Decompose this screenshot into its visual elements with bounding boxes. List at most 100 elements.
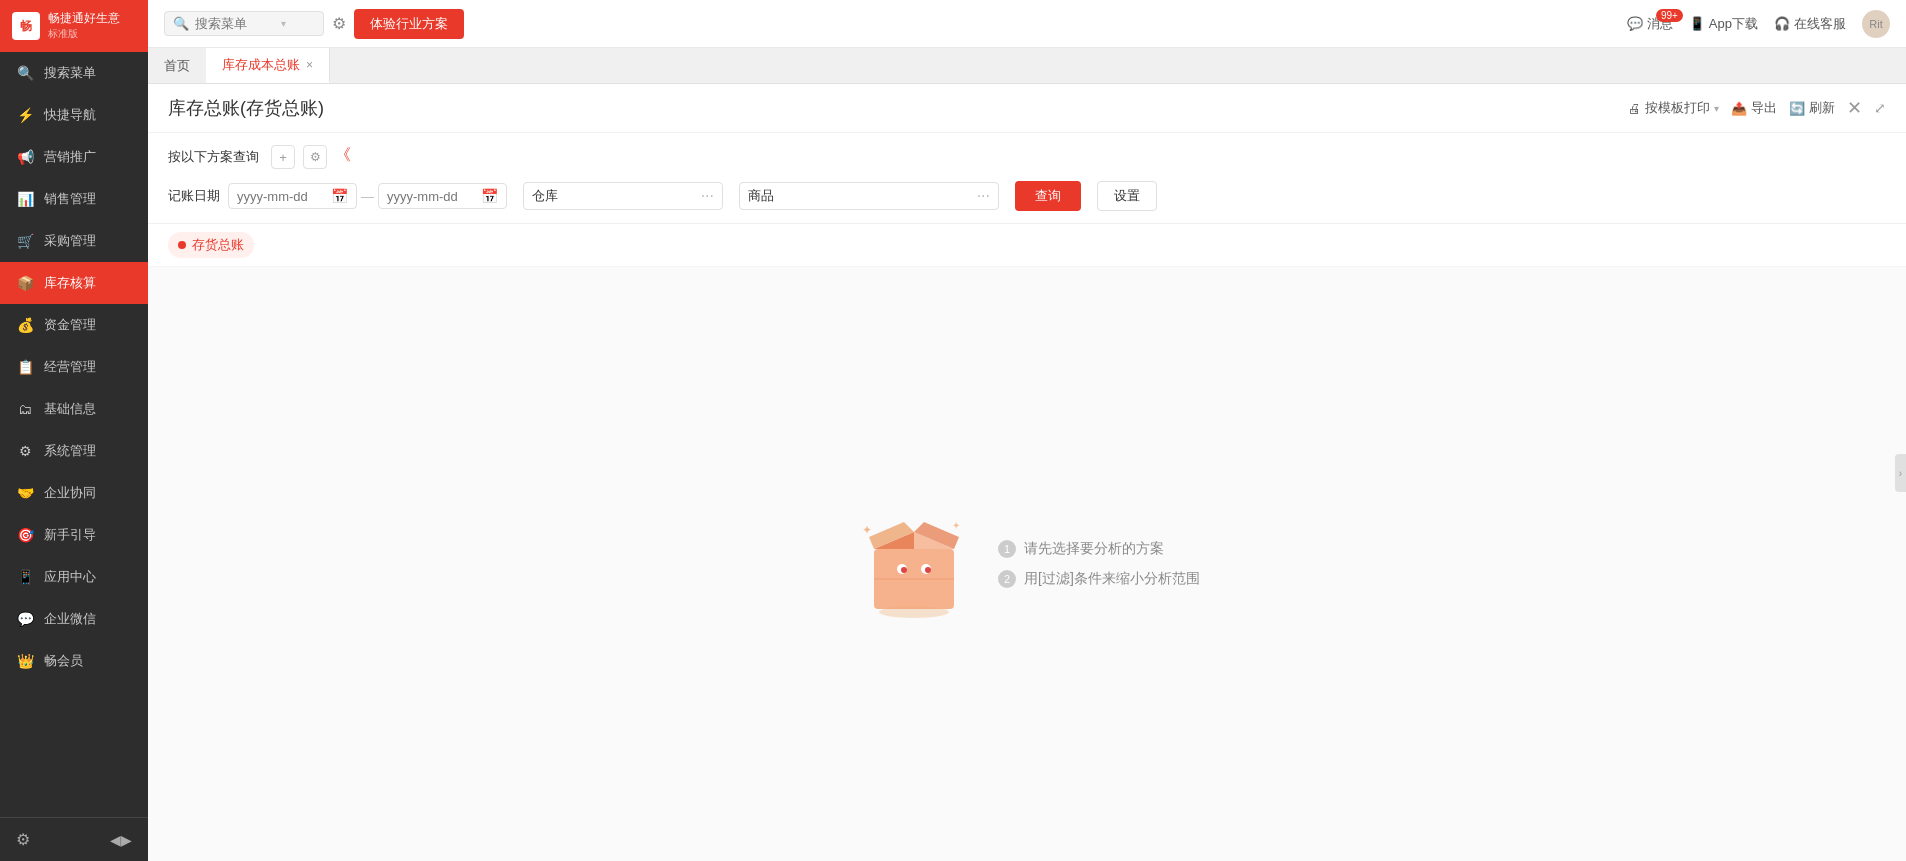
- settings-footer-icon[interactable]: ⚙: [16, 830, 30, 849]
- system-icon: ⚙: [16, 442, 34, 460]
- add-filter-btn[interactable]: +: [271, 145, 295, 169]
- tabs-bar: 首页 库存成本总账 ×: [148, 48, 1906, 84]
- settings-filter-btn[interactable]: ⚙: [303, 145, 327, 169]
- message-btn[interactable]: 💬 消息 99+: [1627, 15, 1673, 33]
- expand-panel-btn[interactable]: ⤢: [1874, 100, 1886, 116]
- tab-home[interactable]: 首页: [148, 48, 206, 83]
- calendar-from-icon[interactable]: 📅: [331, 188, 348, 204]
- gear-icon-topbar[interactable]: ⚙: [332, 14, 346, 33]
- calendar-to-icon[interactable]: 📅: [481, 188, 498, 204]
- content-area: 库存总账(存货总账) 🖨 按模板打印 ▾ 📤 导出 🔄 刷新 ✕ ⤢: [148, 84, 1906, 861]
- sidebar-item-label: 基础信息: [44, 400, 96, 418]
- filter-label: 按以下方案查询: [168, 148, 259, 166]
- sidebar-item-purchase[interactable]: 🛒 采购管理: [0, 220, 148, 262]
- app-download-btn[interactable]: 📱 App下载: [1689, 15, 1758, 33]
- sidebar-item-label: 新手引导: [44, 526, 96, 544]
- date-field: 记账日期 📅 — 📅: [168, 183, 507, 209]
- tip-text-1: 请先选择要分析的方案: [1024, 540, 1164, 558]
- close-panel-btn[interactable]: ✕: [1847, 97, 1862, 119]
- sidebar-item-sales[interactable]: 📊 销售管理: [0, 178, 148, 220]
- resize-handle[interactable]: ›: [1895, 454, 1906, 492]
- sidebar-item-label: 经营管理: [44, 358, 96, 376]
- print-btn[interactable]: 🖨 按模板打印 ▾: [1628, 99, 1719, 117]
- collapse-filter-btn[interactable]: 《: [335, 145, 351, 169]
- sidebar-item-label: 库存核算: [44, 274, 96, 292]
- scheme-dot-icon: [178, 241, 186, 249]
- sidebar-item-marketing[interactable]: 📢 营销推广: [0, 136, 148, 178]
- sidebar-item-label: 应用中心: [44, 568, 96, 586]
- filter-top: 按以下方案查询 + ⚙ 《: [168, 145, 1886, 169]
- query-btn[interactable]: 查询: [1015, 181, 1081, 211]
- export-icon: 📤: [1731, 101, 1747, 116]
- online-service-label: 在线客服: [1794, 15, 1846, 33]
- user-avatar[interactable]: Rit: [1862, 10, 1890, 38]
- svg-text:✦: ✦: [862, 523, 872, 537]
- quick-nav-icon: ⚡: [16, 106, 34, 124]
- search-field[interactable]: 🔍 ▾: [164, 11, 324, 36]
- svg-point-8: [901, 567, 907, 573]
- sidebar-item-new-guide[interactable]: 🎯 新手引导: [0, 514, 148, 556]
- empty-state: ✦ ✦ ✦ 1 请先选择要分析的方案 2 用[过滤]条件来缩小分析范围: [148, 267, 1906, 861]
- warehouse-more-icon[interactable]: ···: [701, 187, 714, 205]
- export-btn[interactable]: 📤 导出: [1731, 99, 1777, 117]
- date-to-field[interactable]: [387, 189, 477, 204]
- online-service-btn[interactable]: 🎧 在线客服: [1774, 15, 1846, 33]
- app-center-icon: 📱: [16, 568, 34, 586]
- scheme-selector: 存货总账: [148, 224, 1906, 267]
- date-to-input[interactable]: 📅: [378, 183, 507, 209]
- industry-btn[interactable]: 体验行业方案: [354, 9, 464, 39]
- sidebar-item-label: 销售管理: [44, 190, 96, 208]
- warehouse-field[interactable]: 仓库 ···: [523, 182, 723, 210]
- sidebar-item-member[interactable]: 👑 畅会员: [0, 640, 148, 682]
- chevron-right-icon: ›: [1899, 468, 1902, 479]
- tab-inventory-ledger[interactable]: 库存成本总账 ×: [206, 48, 330, 83]
- basic-info-icon: 🗂: [16, 400, 34, 418]
- operations-icon: 📋: [16, 358, 34, 376]
- page-header: 库存总账(存货总账) 🖨 按模板打印 ▾ 📤 导出 🔄 刷新 ✕ ⤢: [148, 84, 1906, 133]
- sidebar-item-label: 资金管理: [44, 316, 96, 334]
- sidebar-item-basic-info[interactable]: 🗂 基础信息: [0, 388, 148, 430]
- refresh-btn[interactable]: 🔄 刷新: [1789, 99, 1835, 117]
- sidebar-item-label: 企业微信: [44, 610, 96, 628]
- dropdown-icon[interactable]: ▾: [1714, 103, 1719, 114]
- message-badge: 99+: [1656, 9, 1683, 22]
- product-more-icon[interactable]: ···: [977, 187, 990, 205]
- sidebar-item-system[interactable]: ⚙ 系统管理: [0, 430, 148, 472]
- tip-num-1: 1: [998, 540, 1016, 558]
- print-label: 按模板打印: [1645, 99, 1710, 117]
- sidebar-item-search[interactable]: 🔍 搜索菜单: [0, 52, 148, 94]
- logo-icon: 畅: [12, 12, 40, 40]
- page-header-actions: 🖨 按模板打印 ▾ 📤 导出 🔄 刷新 ✕ ⤢: [1628, 97, 1886, 119]
- sales-icon: 📊: [16, 190, 34, 208]
- date-from-input[interactable]: 📅: [228, 183, 357, 209]
- dropdown-arrow-icon[interactable]: ▾: [281, 18, 286, 29]
- cog-icon: ⚙: [310, 150, 321, 164]
- search-input[interactable]: [195, 16, 275, 31]
- scheme-item-inventory[interactable]: 存货总账: [168, 232, 254, 258]
- toggle-sidebar-icon[interactable]: ◀▶: [110, 832, 132, 848]
- settings-btn[interactable]: 设置: [1097, 181, 1157, 211]
- empty-tips: 1 请先选择要分析的方案 2 用[过滤]条件来缩小分析范围: [998, 540, 1200, 588]
- sidebar-item-inventory[interactable]: 📦 库存核算: [0, 262, 148, 304]
- date-from-field[interactable]: [237, 189, 327, 204]
- sidebar-item-label: 快捷导航: [44, 106, 96, 124]
- topbar: 🔍 ▾ ⚙ 体验行业方案 💬 消息 99+ 📱 App下载 🎧 在线客服 Rit: [148, 0, 1906, 48]
- print-icon: 🖨: [1628, 101, 1641, 116]
- product-field[interactable]: 商品 ···: [739, 182, 999, 210]
- svg-text:✦: ✦: [942, 537, 949, 546]
- tab-home-label: 首页: [164, 57, 190, 75]
- warehouse-label: 仓库: [532, 187, 701, 205]
- sidebar-item-label: 搜索菜单: [44, 64, 96, 82]
- sidebar-item-quick-nav[interactable]: ⚡ 快捷导航: [0, 94, 148, 136]
- svg-text:✦: ✦: [952, 520, 960, 531]
- inventory-icon: 📦: [16, 274, 34, 292]
- sidebar-item-operations[interactable]: 📋 经营管理: [0, 346, 148, 388]
- sidebar-item-app-center[interactable]: 📱 应用中心: [0, 556, 148, 598]
- empty-illustration: ✦ ✦ ✦: [854, 504, 974, 624]
- sidebar-item-finance[interactable]: 💰 资金管理: [0, 304, 148, 346]
- tip-num-2: 2: [998, 570, 1016, 588]
- app-logo: 畅 畅捷通好生意 标准版: [0, 0, 148, 52]
- tab-close-icon[interactable]: ×: [306, 58, 313, 72]
- sidebar-item-enterprise-wechat[interactable]: 💬 企业微信: [0, 598, 148, 640]
- sidebar-item-enterprise[interactable]: 🤝 企业协同: [0, 472, 148, 514]
